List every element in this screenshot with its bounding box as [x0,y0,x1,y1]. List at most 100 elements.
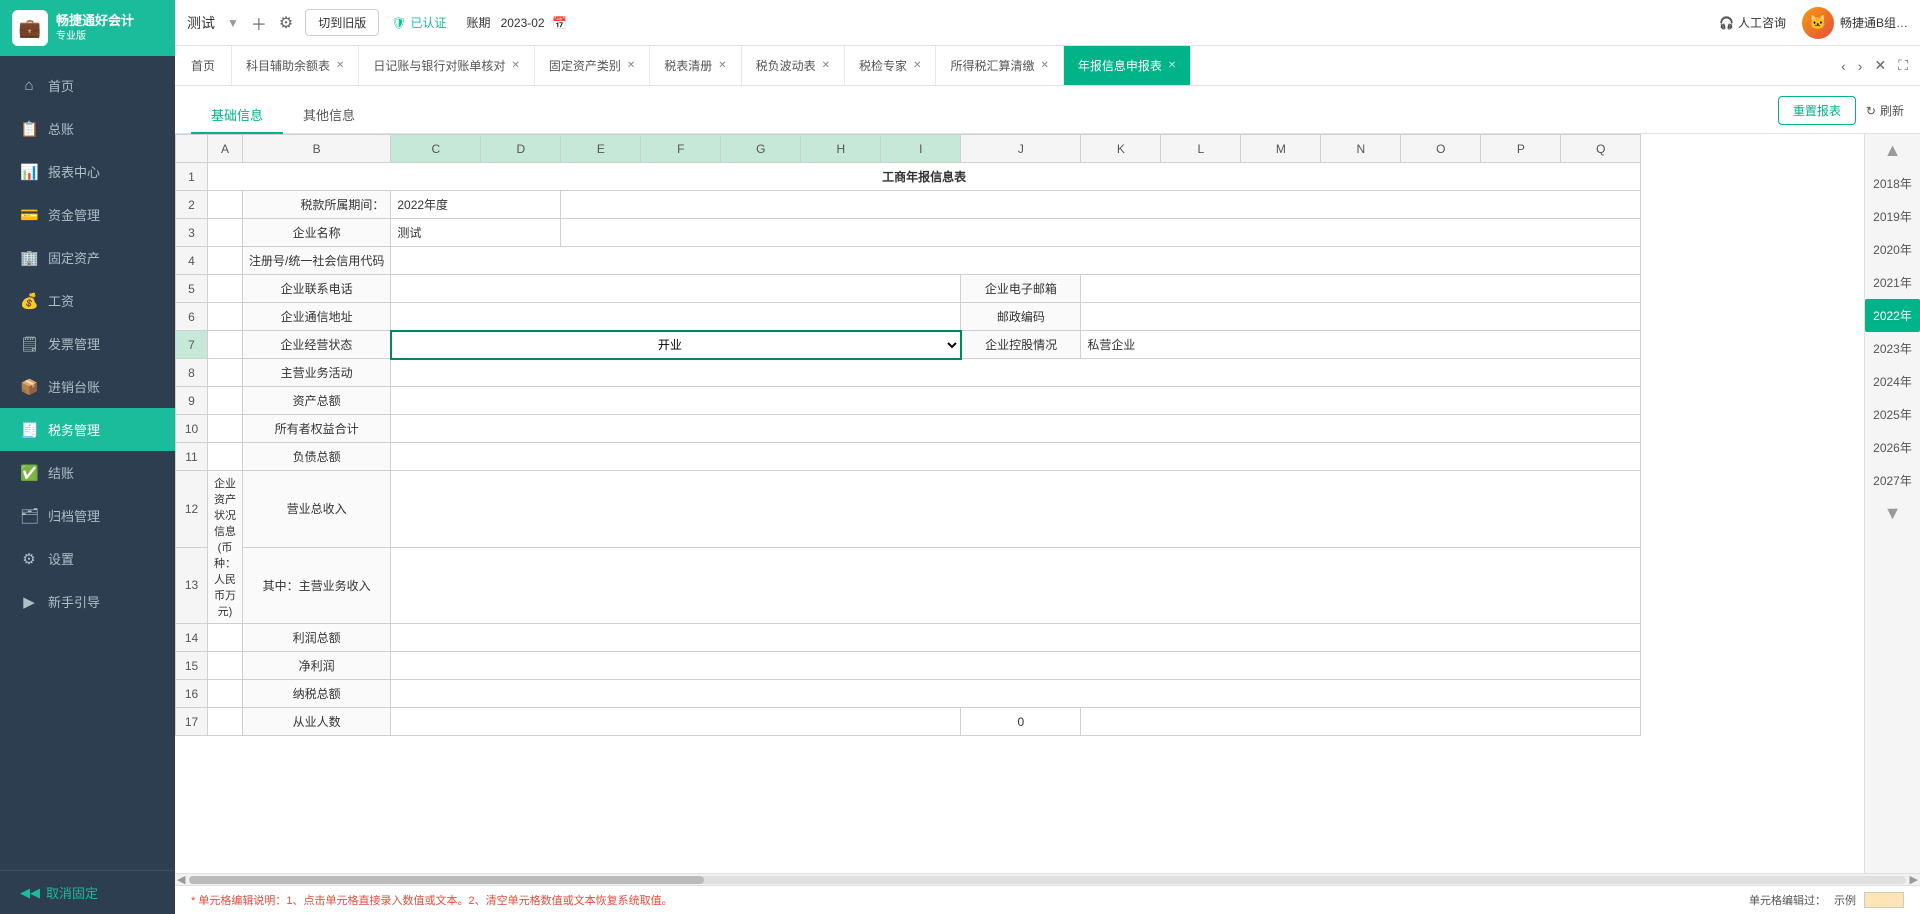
cell-b6[interactable]: 企业通信地址 [243,303,391,331]
cell-b8[interactable]: 主营业务活动 [243,359,391,387]
sidebar-item-fund-management[interactable]: 💳资金管理 [0,193,175,236]
cell-j7[interactable]: 企业控股情况 [961,331,1081,359]
col-header-i[interactable]: I [881,135,961,163]
close-icon[interactable]: ✕ [913,60,921,71]
sidebar-item-newbie-guide[interactable]: ▶新手引导 [0,580,175,623]
tab-close-all-button[interactable]: ✕ [1870,55,1890,76]
col-header-j[interactable]: J [961,135,1081,163]
cell-a16[interactable] [208,680,243,708]
cell-b17[interactable]: 从业人数 [243,708,391,736]
col-header-h[interactable]: H [801,135,881,163]
sidebar-item-settings[interactable]: ⚙设置 [0,537,175,580]
year-item-2018[interactable]: 2018年 [1865,167,1920,200]
col-header-c[interactable]: C [391,135,481,163]
scrollbar-track[interactable] [189,876,1905,884]
cell-a17[interactable] [208,708,243,736]
year-item-2027[interactable]: 2027年 [1865,464,1920,497]
cell-a6[interactable] [208,303,243,331]
col-header-q[interactable]: Q [1561,135,1641,163]
year-item-2022[interactable]: 2022年 [1865,299,1920,332]
col-header-o[interactable]: O [1401,135,1481,163]
cell-c11[interactable] [391,443,1641,471]
col-header-d[interactable]: D [481,135,561,163]
cell-k17[interactable] [1081,708,1641,736]
cell-k5[interactable] [1081,275,1641,303]
tab-account-aux[interactable]: 科目辅助余额表 ✕ [232,46,359,86]
tab-prev-button[interactable]: ‹ [1837,56,1850,76]
cell-c15[interactable] [391,652,1641,680]
cell-b7[interactable]: 企业经营状态 [243,331,391,359]
cell-a3[interactable] [208,219,243,247]
cell-b12[interactable]: 营业总收入 [243,471,391,548]
cell-c14[interactable] [391,624,1641,652]
close-icon[interactable]: ✕ [511,60,519,71]
col-header-g[interactable]: G [721,135,801,163]
cell-e3[interactable] [561,219,1641,247]
year-item-2019[interactable]: 2019年 [1865,200,1920,233]
cell-k6[interactable] [1081,303,1641,331]
cell-b9[interactable]: 资产总额 [243,387,391,415]
cell-b5[interactable]: 企业联系电话 [243,275,391,303]
year-scroll-down-button[interactable]: ▼ [1865,497,1920,530]
cell-a9[interactable] [208,387,243,415]
cell-a5[interactable] [208,275,243,303]
col-header-f[interactable]: F [641,135,721,163]
cell-a7[interactable] [208,331,243,359]
sidebar-item-archive[interactable]: 🗂归档管理 [0,494,175,537]
col-header-e[interactable]: E [561,135,641,163]
tab-expand-button[interactable]: ⛶ [1894,55,1912,76]
cell-b3[interactable]: 企业名称 [243,219,391,247]
switch-old-version-button[interactable]: 切到旧版 [305,9,379,36]
cell-b10[interactable]: 所有者权益合计 [243,415,391,443]
year-item-2026[interactable]: 2026年 [1865,431,1920,464]
cell-c5[interactable] [391,275,961,303]
col-header-k[interactable]: K [1081,135,1161,163]
col-header-p[interactable]: P [1481,135,1561,163]
cell-c7-dropdown[interactable]: 开业 注销 吊销 迁出 撤销 [391,331,961,359]
calendar-icon[interactable]: 📅 [552,16,567,30]
business-status-select[interactable]: 开业 注销 吊销 迁出 撤销 [392,337,960,353]
sheet-title-cell[interactable]: 工商年报信息表 [208,163,1641,191]
cell-c3[interactable]: 测试 [391,219,561,247]
sidebar-item-purchase-sales[interactable]: 📦进销台账 [0,365,175,408]
cell-c9[interactable] [391,387,1641,415]
tab-tax-clear[interactable]: 税表清册 ✕ [650,46,741,86]
cell-b14[interactable]: 利润总额 [243,624,391,652]
tab-tax-expert[interactable]: 税检专家 ✕ [845,46,936,86]
col-header-b[interactable]: B [243,135,391,163]
close-icon[interactable]: ✕ [1168,60,1176,71]
year-scroll-up-button[interactable]: ▲ [1865,134,1920,167]
cell-c8[interactable] [391,359,1641,387]
year-item-2023[interactable]: 2023年 [1865,332,1920,365]
unpin-button[interactable]: ◀◀ 取消固定 [0,870,175,914]
sidebar-item-invoice-management[interactable]: 🗒发票管理 [0,322,175,365]
cell-b16[interactable]: 纳税总额 [243,680,391,708]
scrollbar-thumb[interactable] [189,876,704,884]
tab-income-tax[interactable]: 所得税汇算清缴 ✕ [936,46,1063,86]
sidebar-item-payroll[interactable]: 💰工资 [0,279,175,322]
col-header-l[interactable]: L [1161,135,1241,163]
cell-a14[interactable] [208,624,243,652]
cell-a4[interactable] [208,247,243,275]
col-header-m[interactable]: M [1241,135,1321,163]
horizontal-scrollbar[interactable]: ◀ ▶ [175,873,1920,885]
user-menu[interactable]: 🐱 畅捷通B组… [1802,7,1908,39]
year-item-2020[interactable]: 2020年 [1865,233,1920,266]
dropdown-arrow-icon[interactable]: ▼ [227,16,239,30]
sidebar-item-report-center[interactable]: 📊报表中心 [0,150,175,193]
cell-e2[interactable] [561,191,1641,219]
cell-b4[interactable]: 注册号/统一社会信用代码 [243,247,391,275]
cell-a10[interactable] [208,415,243,443]
cell-j6[interactable]: 邮政编码 [961,303,1081,331]
close-icon[interactable]: ✕ [336,60,344,71]
close-icon[interactable]: ✕ [1040,60,1048,71]
close-icon[interactable]: ✕ [822,60,830,71]
tab-bank-reconcile[interactable]: 日记账与银行对账单核对 ✕ [359,46,534,86]
reset-report-button[interactable]: 重置报表 [1778,96,1856,125]
cell-c17[interactable] [391,708,961,736]
cell-c4[interactable] [391,247,1641,275]
cell-a8[interactable] [208,359,243,387]
col-header-a[interactable]: A [208,135,243,163]
cell-b2[interactable]: 税款所属期间： [243,191,391,219]
add-button[interactable]: ＋ [251,11,267,35]
